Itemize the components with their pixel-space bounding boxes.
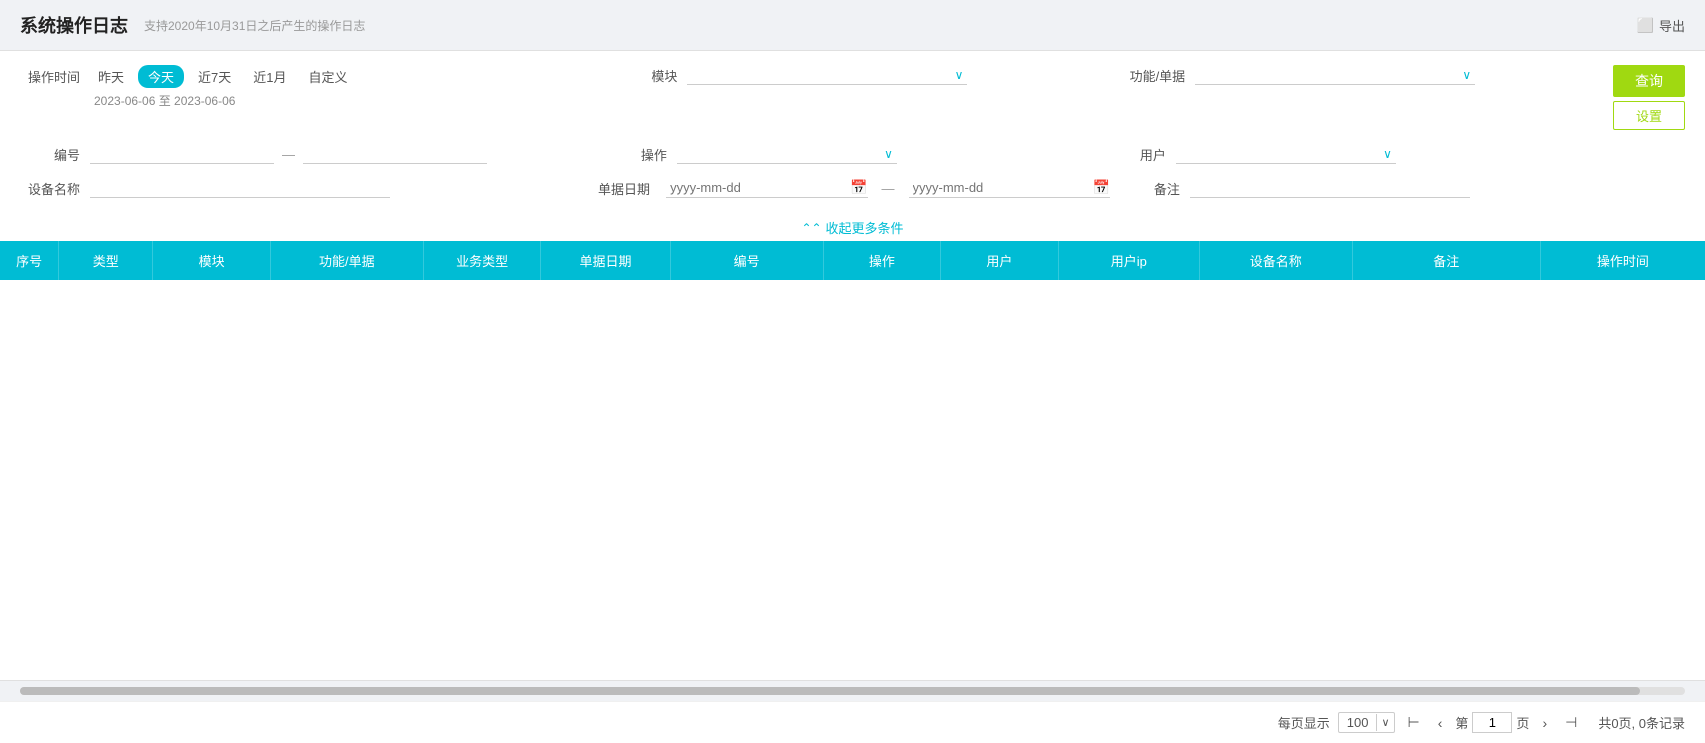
module-select[interactable]: ∨ <box>687 65 967 85</box>
table-header-row: 序号 类型 模块 功能/单据 业务类型 单据日期 编号 操作 用户 用户ip 设… <box>0 241 1705 280</box>
query-button[interactable]: 查询 <box>1613 65 1685 97</box>
calendar-to-icon[interactable]: 📅 <box>1093 179 1110 196</box>
module-input[interactable] <box>687 65 967 85</box>
col-doc-date: 单据日期 <box>541 241 670 280</box>
per-page-label: 每页显示 <box>1278 713 1330 732</box>
scrollbar-track[interactable] <box>20 687 1685 695</box>
op-select[interactable]: ∨ <box>677 144 897 164</box>
number-to-input[interactable] <box>303 144 487 164</box>
collapse-label: 收起更多条件 <box>826 218 904 237</box>
col-op: 操作 <box>823 241 941 280</box>
prev-page-button[interactable]: ‹ <box>1433 713 1448 733</box>
device-label: 设备名称 <box>20 179 80 198</box>
doc-date-from-wrap[interactable]: 📅 <box>666 178 867 198</box>
func-input[interactable] <box>1195 65 1475 85</box>
time-label: 操作时间 <box>20 67 80 86</box>
page-prefix-label: 第 <box>1455 713 1468 732</box>
number-dash: — <box>282 147 295 162</box>
op-input[interactable] <box>677 144 897 164</box>
col-module: 模块 <box>153 241 271 280</box>
page-input-wrap: 第 页 <box>1455 712 1529 733</box>
remark-input[interactable] <box>1190 178 1470 198</box>
export-label: 导出 <box>1659 16 1685 35</box>
page-size-value: 100 <box>1339 713 1377 732</box>
page-suffix-label: 页 <box>1516 713 1529 732</box>
action-buttons: 查询 设置 <box>1613 65 1685 130</box>
user-input[interactable] <box>1176 144 1396 164</box>
page-size-chevron-icon[interactable]: ∨ <box>1376 714 1393 731</box>
yesterday-btn[interactable]: 昨天 <box>90 65 132 88</box>
first-page-button[interactable]: ⊢ <box>1403 712 1425 733</box>
col-user-ip: 用户ip <box>1058 241 1199 280</box>
col-number: 编号 <box>670 241 823 280</box>
col-type: 类型 <box>59 241 153 280</box>
page-title: 系统操作日志 <box>20 12 128 38</box>
next-page-button[interactable]: › <box>1537 713 1552 733</box>
op-label: 操作 <box>607 145 667 164</box>
data-table: 序号 类型 模块 功能/单据 业务类型 单据日期 编号 操作 用户 用户ip 设… <box>0 241 1705 280</box>
page-number-input[interactable] <box>1472 712 1512 733</box>
col-remark: 备注 <box>1352 241 1540 280</box>
page-total-label: 共0页, 0条记录 <box>1598 713 1685 732</box>
last7-btn[interactable]: 近7天 <box>190 65 239 88</box>
date-range-text: 2023-06-06 至 2023-06-06 <box>94 94 235 108</box>
time-filter-group: 昨天 今天 近7天 近1月 自定义 <box>90 65 356 88</box>
last1m-btn[interactable]: 近1月 <box>245 65 294 88</box>
number-from-input[interactable] <box>90 144 274 164</box>
doc-date-from-input[interactable] <box>666 178 850 197</box>
export-icon: ⬜ <box>1637 17 1654 34</box>
col-device: 设备名称 <box>1199 241 1352 280</box>
number-label: 编号 <box>20 145 80 164</box>
col-op-time: 操作时间 <box>1540 241 1705 280</box>
settings-button[interactable]: 设置 <box>1613 101 1685 130</box>
table-area: 序号 类型 模块 功能/单据 业务类型 单据日期 编号 操作 用户 用户ip 设… <box>0 241 1705 680</box>
remark-label: 备注 <box>1110 179 1180 198</box>
col-user: 用户 <box>941 241 1059 280</box>
page-subtitle: 支持2020年10月31日之后产生的操作日志 <box>144 17 365 34</box>
func-label: 功能/单据 <box>1115 66 1185 85</box>
device-input[interactable] <box>90 178 390 198</box>
doc-date-dash: — <box>882 181 895 196</box>
doc-date-to-input[interactable] <box>909 178 1093 197</box>
pagination-area: 每页显示 100 ∨ ⊢ ‹ 第 页 › ⊣ 共0页, 0条记录 <box>0 701 1705 743</box>
module-label: 模块 <box>617 66 677 85</box>
page-size-select[interactable]: 100 ∨ <box>1338 712 1395 733</box>
user-label: 用户 <box>1096 145 1166 164</box>
collapse-icon: ⌃⌃ <box>801 221 821 235</box>
scrollbar-area <box>0 680 1705 701</box>
func-select[interactable]: ∨ <box>1195 65 1475 85</box>
doc-date-label: 单据日期 <box>590 179 650 198</box>
export-button[interactable]: ⬜ 导出 <box>1637 16 1685 35</box>
today-btn[interactable]: 今天 <box>138 65 184 88</box>
col-biz-type: 业务类型 <box>423 241 541 280</box>
doc-date-to-wrap[interactable]: 📅 <box>909 178 1110 198</box>
last-page-button[interactable]: ⊣ <box>1560 712 1582 733</box>
scrollbar-thumb[interactable] <box>20 687 1640 695</box>
collapse-row: ⌃⌃ 收起更多条件 <box>20 212 1685 241</box>
calendar-from-icon[interactable]: 📅 <box>850 179 867 196</box>
collapse-button[interactable]: ⌃⌃ 收起更多条件 <box>801 218 903 237</box>
user-select[interactable]: ∨ <box>1176 144 1396 164</box>
col-seq: 序号 <box>0 241 59 280</box>
col-func: 功能/单据 <box>270 241 423 280</box>
custom-btn[interactable]: 自定义 <box>301 65 356 88</box>
